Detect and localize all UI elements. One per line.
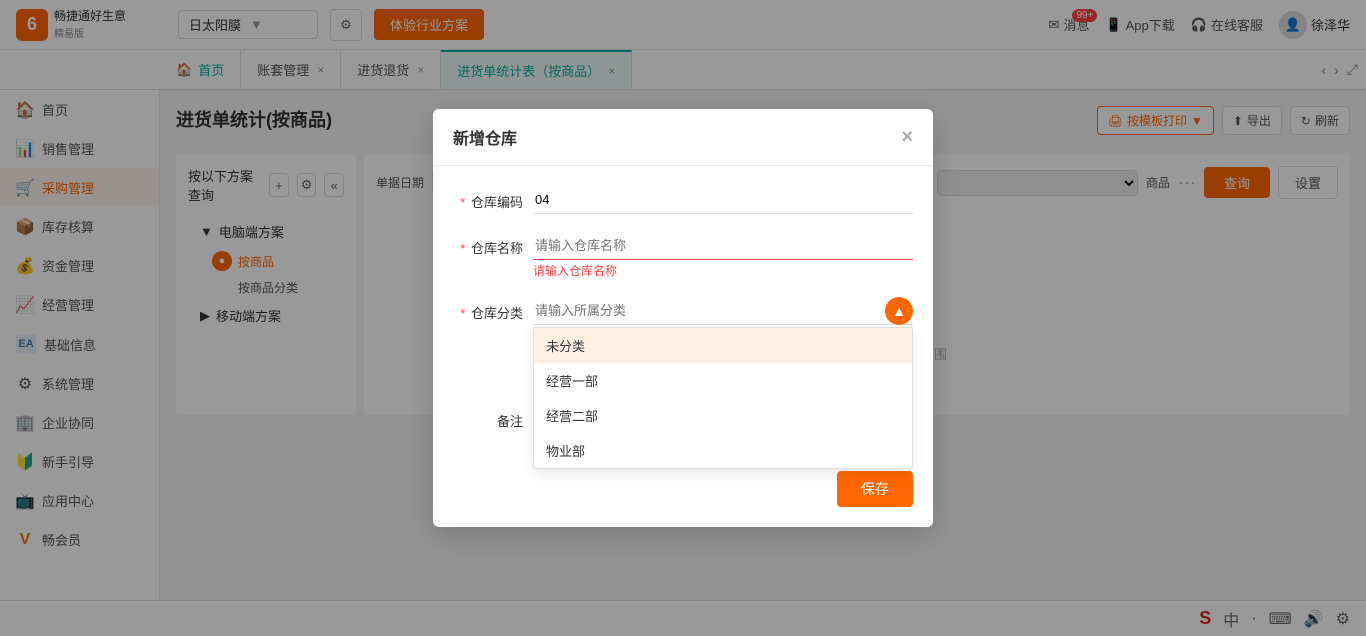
warehouse-code-row: * 仓库编码 (453, 186, 913, 214)
save-button[interactable]: 保存 (837, 471, 913, 507)
modal-body: * 仓库编码 * 仓库名称 请输入仓库名称 (433, 166, 933, 459)
warehouse-code-input[interactable] (533, 186, 913, 214)
modal-overlay[interactable]: 新增仓库 × * 仓库编码 * 仓库名称 (0, 0, 1366, 636)
modal-footer: 保存 (433, 459, 933, 527)
warehouse-code-control (533, 186, 913, 214)
category-input-wrapper: ▲ (533, 297, 913, 325)
dropdown-item-property[interactable]: 物业部 (534, 433, 912, 468)
warehouse-name-error: 请输入仓库名称 (533, 262, 913, 279)
required-star3: * (460, 306, 465, 321)
chevron-up-button[interactable]: ▲ (885, 297, 913, 325)
warehouse-name-row: * 仓库名称 请输入仓库名称 (453, 232, 913, 279)
warehouse-code-label: * 仓库编码 (453, 186, 533, 211)
warehouse-name-label: * 仓库名称 (453, 232, 533, 257)
new-warehouse-modal: 新增仓库 × * 仓库编码 * 仓库名称 (433, 109, 933, 527)
warehouse-name-control: 请输入仓库名称 (533, 232, 913, 279)
dropdown-item-ops1[interactable]: 经营一部 (534, 363, 912, 398)
required-star2: * (460, 241, 465, 256)
modal-header: 新增仓库 × (433, 109, 933, 166)
warehouse-category-control: ▲ 未分类 经营一部 经营二部 物业部 (533, 297, 913, 325)
note-label: 备注 (453, 405, 533, 430)
category-input[interactable] (533, 297, 913, 325)
modal-close-button[interactable]: × (901, 127, 913, 147)
dropdown-item-ops2[interactable]: 经营二部 (534, 398, 912, 433)
warehouse-category-row: * 仓库分类 ▲ 未分类 经营一部 经营二部 物业部 (453, 297, 913, 325)
required-star: * (460, 195, 465, 210)
warehouse-name-input[interactable] (533, 232, 913, 260)
modal-title: 新增仓库 (453, 125, 517, 149)
category-dropdown: 未分类 经营一部 经营二部 物业部 (533, 327, 913, 469)
warehouse-category-label: * 仓库分类 (453, 297, 533, 322)
dropdown-item-uncategorized[interactable]: 未分类 (534, 328, 912, 363)
